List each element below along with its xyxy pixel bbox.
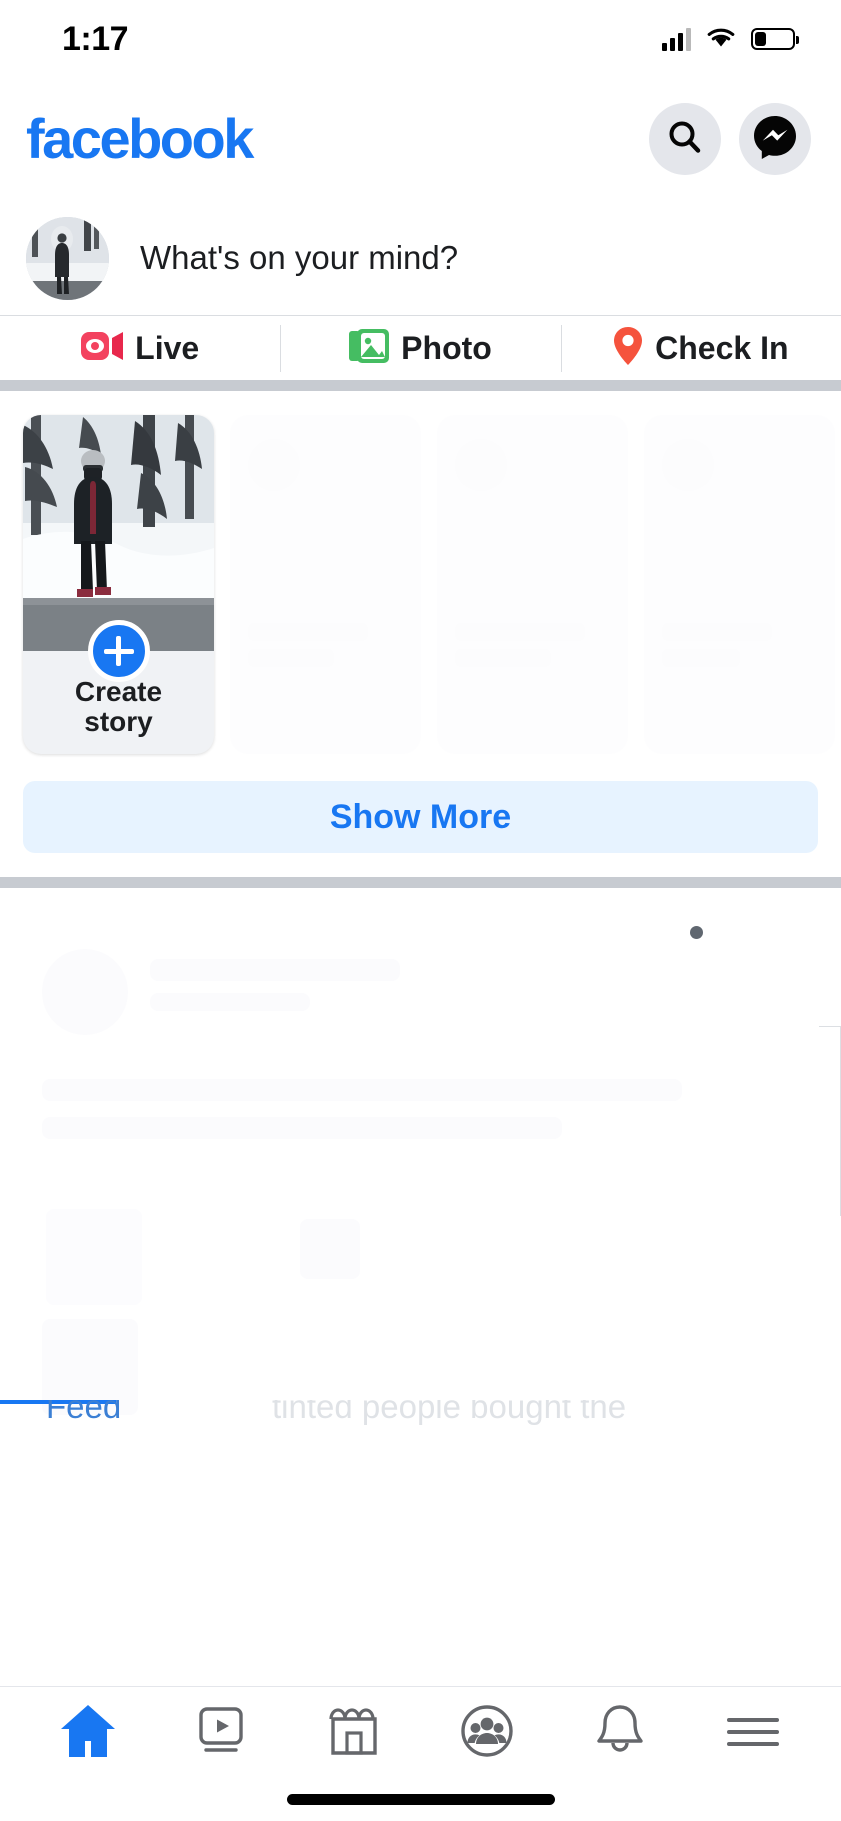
live-video-icon	[81, 330, 124, 367]
location-pin-icon	[613, 327, 643, 370]
header-actions	[649, 103, 811, 175]
show-more-button[interactable]: Show More	[23, 781, 818, 853]
composer-divider	[0, 315, 841, 316]
home-icon	[59, 1703, 117, 1764]
create-story-caption-line1: Create	[74, 676, 163, 707]
feed-ghost-line	[150, 993, 310, 1011]
news-feed: Feed tinted people bought the	[0, 889, 841, 1434]
home-indicator	[286, 1794, 555, 1805]
loading-indicator-dot	[690, 926, 703, 939]
status-bar-time: 1:17	[62, 19, 129, 58]
feed-ghost-line	[150, 959, 400, 981]
cellular-signal-icon	[662, 27, 691, 51]
photo-label: Photo	[401, 330, 492, 366]
create-story-caption-line2: story	[84, 705, 153, 737]
status-bar: 1:17	[0, 0, 841, 78]
create-story-card[interactable]: Create story	[23, 415, 214, 754]
photo-button[interactable]: Photo	[280, 317, 560, 380]
wifi-icon	[705, 25, 737, 54]
stories-tray: Create story Show More	[0, 391, 841, 877]
facebook-logo[interactable]: facebook	[26, 111, 254, 167]
feed-partial-text: tinted people bought the	[272, 1400, 627, 1425]
composer-placeholder: What's on your mind?	[140, 239, 459, 276]
check-in-button[interactable]: Check In	[560, 317, 841, 380]
feed-partial-link[interactable]: Feed	[46, 1400, 121, 1426]
nav-home[interactable]	[22, 1687, 155, 1779]
avatar[interactable]	[26, 216, 109, 300]
store-icon	[325, 1703, 383, 1764]
hamburger-menu-icon	[724, 1709, 782, 1758]
bell-icon	[594, 1703, 646, 1764]
app-header: facebook	[0, 78, 841, 200]
search-icon	[665, 117, 705, 162]
feed-edge-cap	[819, 1026, 841, 1027]
stories-strip: Create story	[23, 415, 835, 754]
messenger-button[interactable]	[739, 103, 811, 175]
bottom-navigation-bar	[0, 1686, 841, 1821]
nav-menu[interactable]	[686, 1687, 819, 1779]
show-more-label: Show More	[329, 797, 512, 836]
feed-ghost-thumb	[46, 1209, 142, 1305]
battery-low-icon	[751, 28, 799, 50]
section-divider-top	[0, 380, 841, 391]
section-divider-bottom	[0, 877, 841, 888]
nav-groups[interactable]	[420, 1687, 553, 1779]
status-composer[interactable]: What's on your mind?	[0, 200, 841, 316]
create-story-caption: Create story	[23, 677, 214, 737]
live-button[interactable]: Live	[0, 317, 280, 380]
feed-ghost-line	[42, 1079, 682, 1101]
nav-watch[interactable]	[155, 1687, 288, 1779]
search-button[interactable]	[649, 103, 721, 175]
groups-icon	[458, 1703, 516, 1764]
messenger-icon	[752, 114, 798, 165]
story-placeholder-card	[644, 415, 835, 754]
story-placeholder-card	[437, 415, 628, 754]
live-label: Live	[135, 330, 200, 366]
status-bar-indicators	[662, 25, 799, 54]
photo-icon	[349, 329, 390, 368]
bottom-nav-items	[0, 1687, 841, 1779]
video-play-icon	[193, 1703, 249, 1764]
feed-partial-row: Feed tinted people bought the	[0, 1400, 841, 1434]
nav-marketplace[interactable]	[288, 1687, 421, 1779]
create-story-thumbnail	[23, 415, 214, 651]
feed-ghost-line	[42, 1117, 562, 1139]
story-placeholder-card	[230, 415, 421, 754]
feed-ghost-thumb	[300, 1219, 360, 1279]
facebook-mobile-app: 1:17 facebook What's on your mind? Live …	[0, 0, 841, 1821]
composer-action-row: Live Photo Check In	[0, 317, 841, 380]
feed-ghost-avatar	[42, 949, 128, 1035]
plus-icon[interactable]	[87, 620, 150, 682]
check-in-label: Check In	[655, 330, 789, 366]
nav-notifications[interactable]	[553, 1687, 686, 1779]
